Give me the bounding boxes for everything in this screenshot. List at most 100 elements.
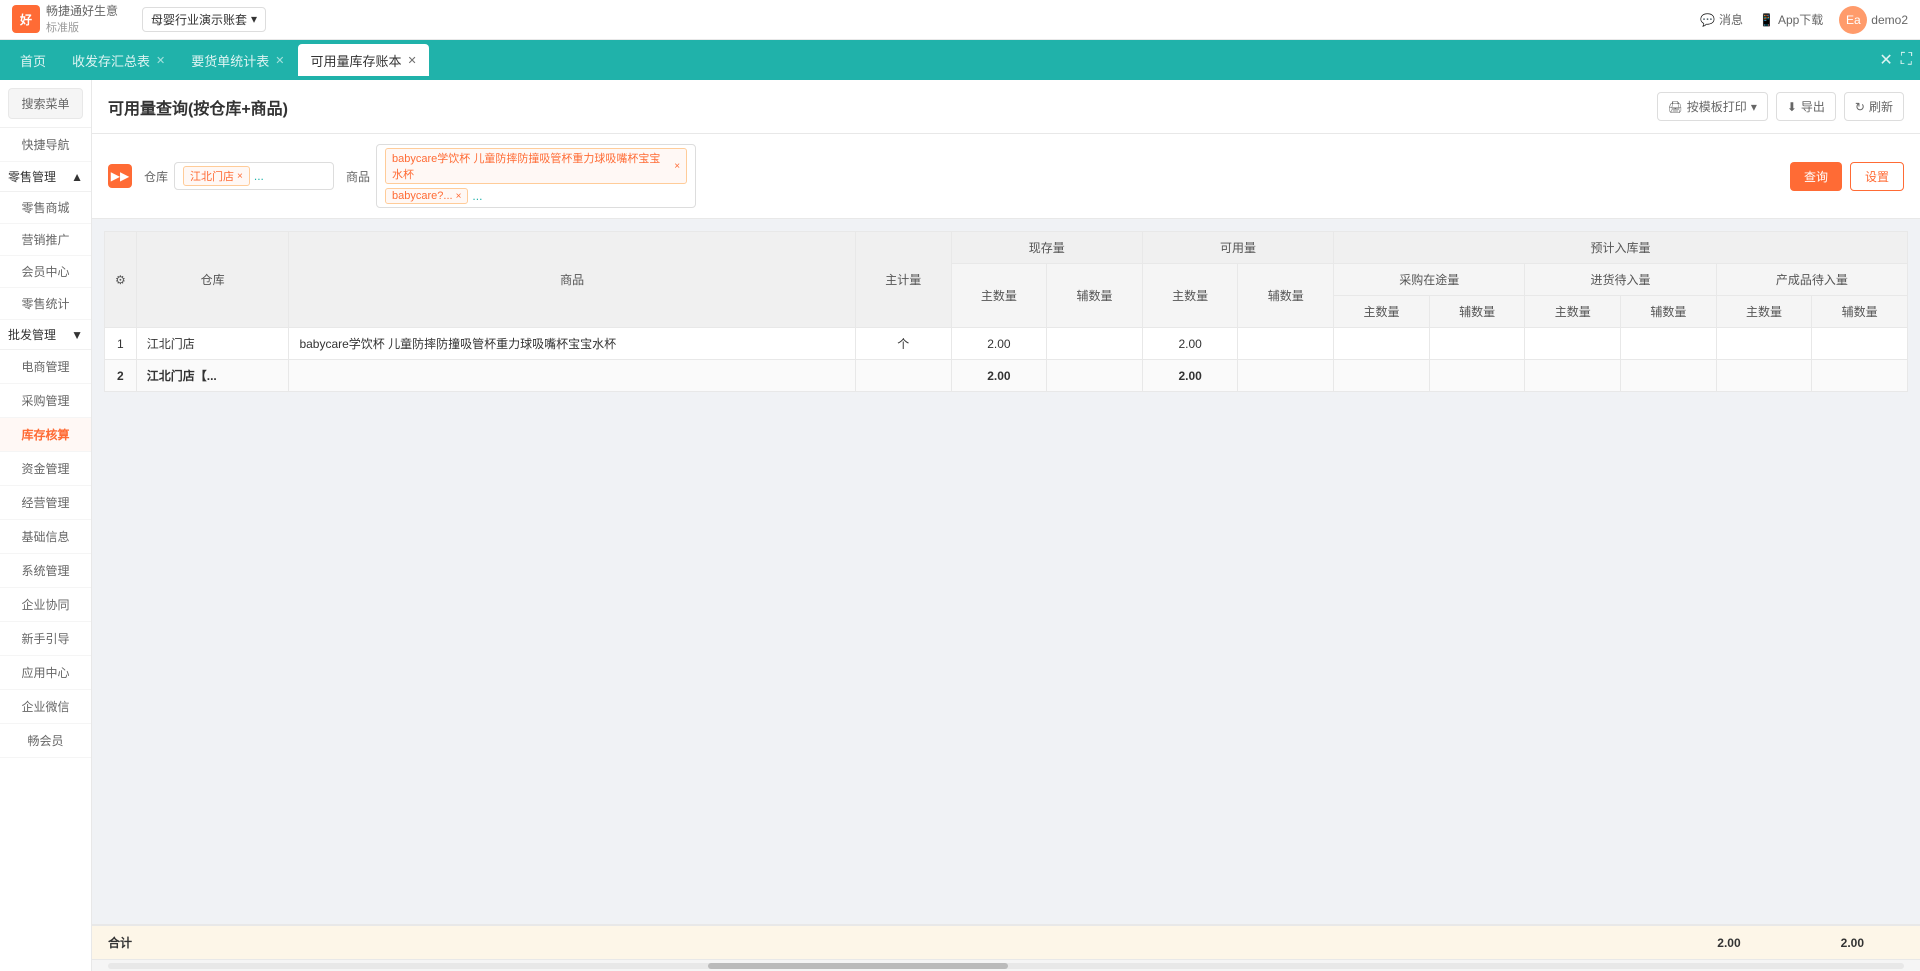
user-area[interactable]: Ea demo2 bbox=[1839, 6, 1908, 34]
sidebar-item-purchase[interactable]: 采购管理 bbox=[0, 384, 91, 418]
warehouse-tag-jiangbei: 江北门店 × bbox=[183, 166, 250, 186]
chevron-icon: ▲ bbox=[71, 170, 83, 184]
sidebar-item-enterprise[interactable]: 企业协同 bbox=[0, 588, 91, 622]
row1-purchase-main bbox=[1334, 328, 1430, 360]
product-tag-input[interactable]: babycare学饮杯 儿童防摔防撞吸管杯重力球吸嘴杯宝宝水杯 × babyca… bbox=[376, 144, 696, 208]
app-download-btn[interactable]: 📱 App下载 bbox=[1759, 11, 1823, 28]
tab-home-label: 首页 bbox=[20, 51, 46, 70]
tab-available-stock[interactable]: 可用量库存账本 ✕ bbox=[298, 44, 428, 76]
filter-toggle-btn[interactable]: ▶▶ bbox=[108, 164, 132, 188]
message-btn[interactable]: 💬 消息 bbox=[1700, 11, 1743, 28]
product-tag-text1: babycare学饮杯 儿童防摔防撞吸管杯重力球吸嘴杯宝宝水杯 bbox=[392, 150, 671, 182]
tab-receive-summary[interactable]: 收发存汇总表 ✕ bbox=[60, 44, 177, 76]
print-label: 按模板打印 bbox=[1687, 98, 1747, 115]
tab-home[interactable]: 首页 bbox=[8, 44, 58, 76]
row1-avail-main: 2.00 bbox=[1142, 328, 1238, 360]
product-tag-babycare2: babycare?... × bbox=[385, 188, 468, 204]
sidebar-item-retail-shop[interactable]: 零售商城 bbox=[0, 192, 91, 224]
tab-receive-summary-label: 收发存汇总表 bbox=[72, 51, 150, 70]
col-stock-header: 现存量 bbox=[951, 232, 1142, 264]
row1-incoming-aux bbox=[1621, 328, 1717, 360]
warehouse-filter: 仓库 江北门店 × ... bbox=[144, 162, 334, 190]
tab-order-summary[interactable]: 要货单统计表 ✕ bbox=[179, 44, 296, 76]
table-area: ⚙ 仓库 商品 主计量 现存量 可用量 预计入库量 主数量 辅数量 主数量 辅数… bbox=[92, 219, 1920, 924]
refresh-btn[interactable]: ↻ 刷新 bbox=[1844, 92, 1904, 121]
sidebar-item-member2[interactable]: 畅会员 bbox=[0, 724, 91, 758]
sidebar-item-enterprise-wechat[interactable]: 企业微信 bbox=[0, 690, 91, 724]
row2-avail-aux bbox=[1238, 360, 1334, 392]
industry-selector-label: 母婴行业演示账套 bbox=[151, 11, 247, 28]
bottom-scrollbar[interactable] bbox=[92, 959, 1920, 971]
chevron-down-icon2: ▼ bbox=[71, 328, 83, 342]
sidebar-item-basic-info[interactable]: 基础信息 bbox=[0, 520, 91, 554]
logo-subtext: 标准版 bbox=[46, 19, 118, 35]
col-product-header: 商品 bbox=[289, 232, 855, 328]
industry-selector[interactable]: 母婴行业演示账套 ▾ bbox=[142, 7, 266, 32]
sidebar-item-member[interactable]: 会员中心 bbox=[0, 256, 91, 288]
app-download-label: App下载 bbox=[1778, 11, 1823, 28]
warehouse-tag-close[interactable]: × bbox=[237, 171, 243, 182]
sidebar-item-newbie[interactable]: 新手引导 bbox=[0, 622, 91, 656]
col-incoming-main-header: 主数量 bbox=[1525, 296, 1621, 328]
sidebar-item-app-center[interactable]: 应用中心 bbox=[0, 656, 91, 690]
col-produced-header: 产成品待入量 bbox=[1716, 264, 1907, 296]
tab-order-summary-close[interactable]: ✕ bbox=[275, 54, 284, 67]
tab-bar-right: ✕ ⛶ bbox=[1879, 50, 1912, 70]
scroll-thumb[interactable] bbox=[708, 963, 1008, 969]
table-row: 1 江北门店 babycare学饮杯 儿童防摔防撞吸管杯重力球吸嘴杯宝宝水杯 个… bbox=[105, 328, 1908, 360]
col-planned-header: 预计入库量 bbox=[1334, 232, 1908, 264]
sidebar-retail-mgmt-label: 零售管理 bbox=[8, 168, 56, 185]
sidebar-item-inventory[interactable]: 库存核算 bbox=[0, 418, 91, 452]
sidebar: 搜索菜单 快捷导航 零售管理 ▲ 零售商城 营销推广 会员中心 零售统计 批发管… bbox=[0, 80, 92, 971]
scroll-track bbox=[108, 963, 1904, 969]
filter-actions: 查询 设置 bbox=[1790, 162, 1904, 191]
warehouse-tag-input[interactable]: 江北门店 × ... bbox=[174, 162, 334, 190]
row1-avail-aux bbox=[1238, 328, 1334, 360]
sidebar-item-retail-mgmt[interactable]: 零售管理 ▲ bbox=[0, 162, 91, 192]
fullscreen-btn[interactable]: ⛶ bbox=[1901, 51, 1912, 69]
row1-product: babycare学饮杯 儿童防摔防撞吸管杯重力球吸嘴杯宝宝水杯 bbox=[289, 328, 855, 360]
row1-produced-main bbox=[1716, 328, 1812, 360]
tab-receive-summary-close[interactable]: ✕ bbox=[156, 54, 165, 67]
search-menu-btn[interactable]: 搜索菜单 bbox=[8, 88, 83, 119]
sidebar-item-ecommerce[interactable]: 电商管理 bbox=[0, 350, 91, 384]
close-tab-btn[interactable]: ✕ bbox=[1879, 50, 1892, 70]
sidebar-item-wholesale-mgmt[interactable]: 批发管理 ▼ bbox=[0, 320, 91, 350]
sidebar-item-quick-nav[interactable]: 快捷导航 bbox=[0, 128, 91, 162]
product-more-btn[interactable]: ... bbox=[472, 189, 482, 203]
row1-purchase-aux bbox=[1429, 328, 1525, 360]
table-footer: 合计 2.00 2.00 bbox=[92, 924, 1920, 959]
product-tag1-close[interactable]: × bbox=[674, 161, 680, 172]
avatar: Ea bbox=[1839, 6, 1867, 34]
footer-stock-total: 2.00 bbox=[1717, 936, 1740, 950]
footer-avail-total: 2.00 bbox=[1841, 936, 1864, 950]
row2-unit bbox=[855, 360, 951, 392]
settings-btn[interactable]: 设置 bbox=[1850, 162, 1904, 191]
query-btn[interactable]: 查询 bbox=[1790, 162, 1842, 191]
col-settings-header[interactable]: ⚙ bbox=[105, 232, 137, 328]
sidebar-item-system[interactable]: 系统管理 bbox=[0, 554, 91, 588]
col-avail-header: 可用量 bbox=[1142, 232, 1333, 264]
print-btn[interactable]: 🖨 按模板打印 ▾ bbox=[1657, 92, 1768, 121]
table-row-subtotal: 2 江北门店【... 2.00 2.00 bbox=[105, 360, 1908, 392]
product-tag-babycare: babycare学饮杯 儿童防摔防撞吸管杯重力球吸嘴杯宝宝水杯 × bbox=[385, 148, 687, 184]
sidebar-item-retail-stats[interactable]: 零售统计 bbox=[0, 288, 91, 320]
warehouse-more-btn[interactable]: ... bbox=[254, 169, 264, 183]
user-name: demo2 bbox=[1871, 13, 1908, 27]
sidebar-item-finance[interactable]: 资金管理 bbox=[0, 452, 91, 486]
col-unit-header: 主计量 bbox=[855, 232, 951, 328]
col-stock-main-header: 主数量 bbox=[951, 264, 1047, 328]
sidebar-item-marketing[interactable]: 营销推广 bbox=[0, 224, 91, 256]
tab-available-stock-close[interactable]: ✕ bbox=[408, 54, 417, 67]
sidebar-item-operations[interactable]: 经营管理 bbox=[0, 486, 91, 520]
col-incoming-aux-header: 辅数量 bbox=[1621, 296, 1717, 328]
sidebar-search-area: 搜索菜单 bbox=[0, 80, 91, 128]
print-icon: 🖨 bbox=[1668, 100, 1683, 114]
row2-purchase-aux bbox=[1429, 360, 1525, 392]
data-table: ⚙ 仓库 商品 主计量 现存量 可用量 预计入库量 主数量 辅数量 主数量 辅数… bbox=[104, 231, 1908, 392]
export-btn[interactable]: ⬇ 导出 bbox=[1776, 92, 1836, 121]
product-tag2-close[interactable]: × bbox=[456, 191, 462, 202]
warehouse-filter-label: 仓库 bbox=[144, 168, 168, 185]
row2-stock-main: 2.00 bbox=[951, 360, 1047, 392]
row2-produced-main bbox=[1716, 360, 1812, 392]
